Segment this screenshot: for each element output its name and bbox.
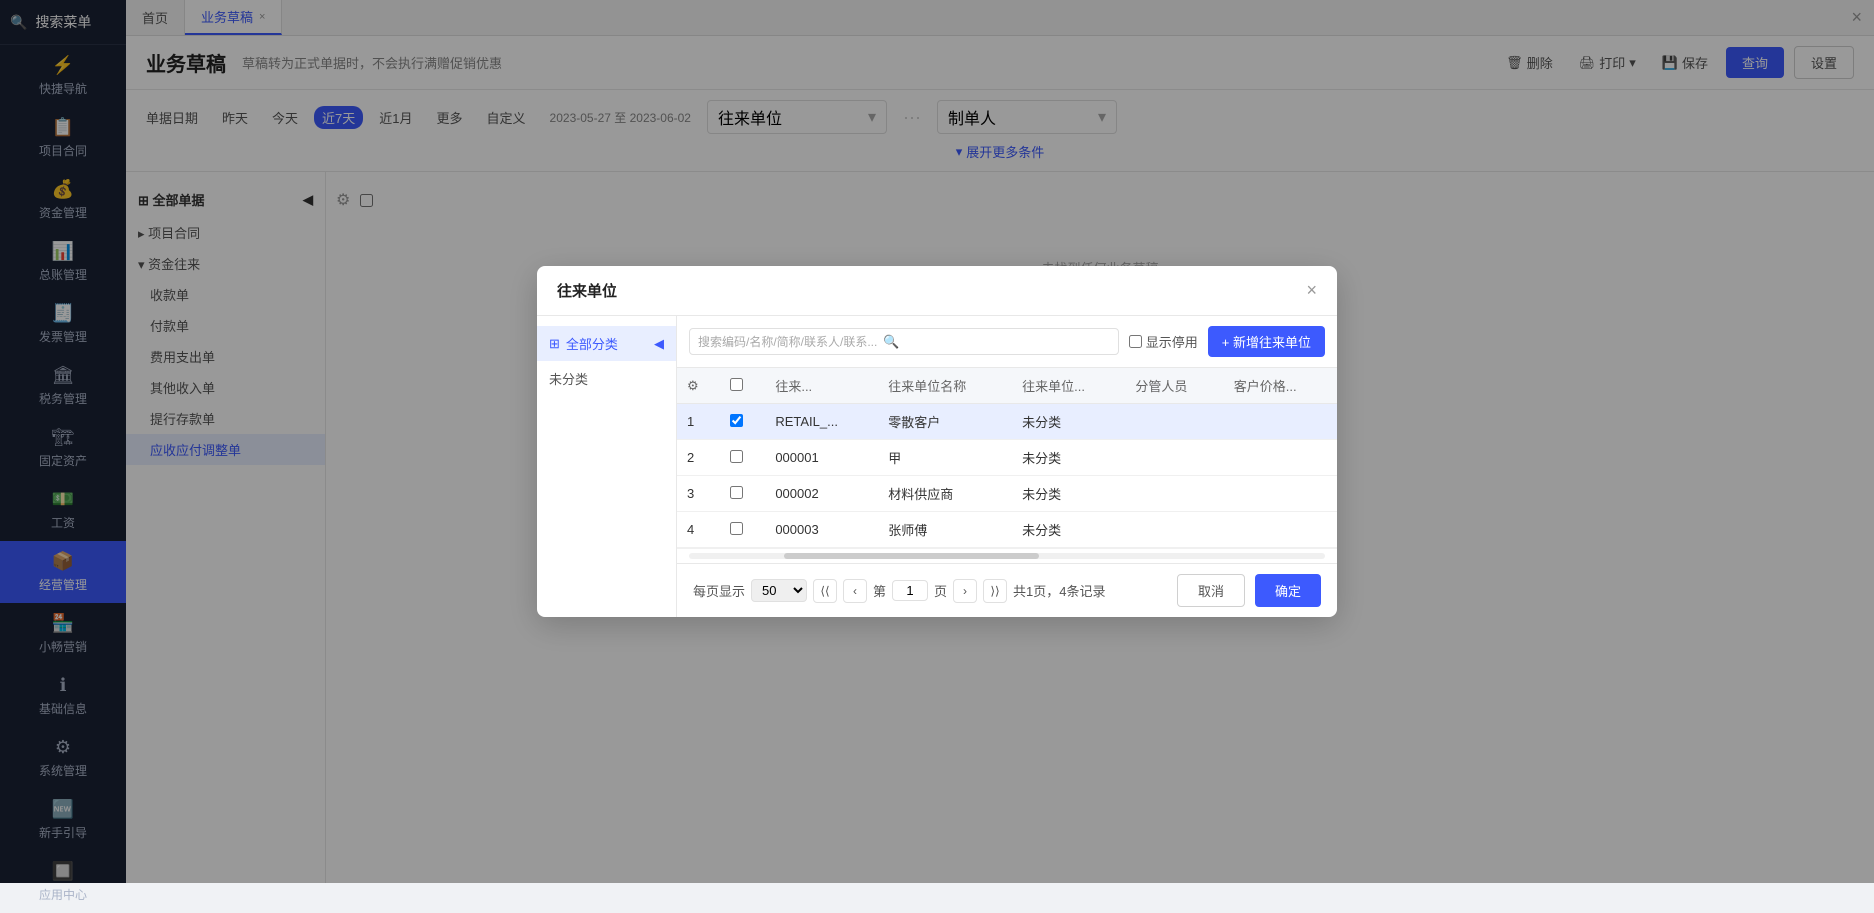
- row-price-2: [1224, 440, 1337, 476]
- row-checkbox-4[interactable]: [720, 512, 765, 548]
- grid-small-icon: ⊞: [549, 336, 560, 352]
- confirm-button[interactable]: 确定: [1255, 574, 1321, 607]
- show-disabled-checkbox[interactable]: [1129, 335, 1142, 348]
- add-counterpart-button[interactable]: + 新增往来单位: [1208, 326, 1325, 357]
- scroll-bar[interactable]: [677, 548, 1337, 563]
- row-index-4: 4: [677, 512, 720, 548]
- row-manager-2: [1125, 440, 1223, 476]
- page-size-label: 每页显示: [693, 581, 745, 600]
- modal-footer: 每页显示 50 10 20 100 ⟨⟨ ‹ 第 页 › ⟩⟩: [677, 563, 1337, 617]
- modal-header: 往来单位 ×: [537, 266, 1337, 316]
- modal-search-placeholder: 搜索编码/名称/简称/联系人/联系...: [698, 333, 877, 350]
- row-checkbox-1[interactable]: [720, 404, 765, 440]
- sidebar-label-app-center: 应用中心: [39, 886, 87, 903]
- modal-select-all[interactable]: [730, 378, 743, 391]
- row-code-4: 000003: [765, 512, 878, 548]
- modal-sidebar-uncategorized[interactable]: 未分类: [537, 361, 676, 396]
- col-settings[interactable]: ⚙: [677, 368, 720, 404]
- page-size-select[interactable]: 50 10 20 100: [751, 579, 807, 602]
- modal-search-icon: 🔍: [883, 334, 899, 350]
- modal-actions: 取消 确定: [1177, 574, 1321, 607]
- col-category: 往来单位...: [1012, 368, 1125, 404]
- page-word-pre: 第: [873, 581, 886, 600]
- table-row[interactable]: 1 RETAIL_... 零散客户 未分类: [677, 404, 1337, 440]
- cancel-button[interactable]: 取消: [1177, 574, 1245, 607]
- last-page-button[interactable]: ⟩⟩: [983, 579, 1007, 603]
- page-word: 页: [934, 581, 947, 600]
- row-index-3: 3: [677, 476, 720, 512]
- col-price: 客户价格...: [1224, 368, 1337, 404]
- col-manager: 分管人员: [1125, 368, 1223, 404]
- modal-body: ⊞ 全部分类 ◀ 未分类 搜索编码/名称/简称/联系人/联系... 🔍 显示停用: [537, 316, 1337, 617]
- row-code-2: 000001: [765, 440, 878, 476]
- counterpart-modal: 往来单位 × ⊞ 全部分类 ◀ 未分类 搜索编码/名称/简称/联系人/联系...: [537, 266, 1337, 617]
- row-checkbox-3[interactable]: [720, 476, 765, 512]
- col-name: 往来单位名称: [878, 368, 1012, 404]
- modal-close-button[interactable]: ×: [1306, 280, 1317, 301]
- row-index-1: 1: [677, 404, 720, 440]
- row-category-1: 未分类: [1012, 404, 1125, 440]
- modal-data-table: ⚙ 往来... 往来单位名称 往来单位... 分管人员 客户价格... 1 RE…: [677, 368, 1337, 548]
- modal-search-box[interactable]: 搜索编码/名称/简称/联系人/联系... 🔍: [689, 328, 1119, 355]
- modal-overlay[interactable]: 往来单位 × ⊞ 全部分类 ◀ 未分类 搜索编码/名称/简称/联系人/联系...: [0, 0, 1874, 883]
- row-category-3: 未分类: [1012, 476, 1125, 512]
- row-name-2: 甲: [878, 440, 1012, 476]
- row-name-1: 零散客户: [878, 404, 1012, 440]
- pagination: 每页显示 50 10 20 100 ⟨⟨ ‹ 第 页 › ⟩⟩: [693, 579, 1106, 603]
- row-category-4: 未分类: [1012, 512, 1125, 548]
- prev-page-button[interactable]: ‹: [843, 579, 867, 603]
- next-page-button[interactable]: ›: [953, 579, 977, 603]
- row-code-3: 000002: [765, 476, 878, 512]
- row-checkbox-2[interactable]: [720, 440, 765, 476]
- row-manager-4: [1125, 512, 1223, 548]
- modal-main: 搜索编码/名称/简称/联系人/联系... 🔍 显示停用 + 新增往来单位: [677, 316, 1337, 617]
- current-page-input[interactable]: [892, 580, 928, 601]
- modal-title: 往来单位: [557, 280, 617, 301]
- row-name-4: 张师傅: [878, 512, 1012, 548]
- modal-toolbar: 搜索编码/名称/简称/联系人/联系... 🔍 显示停用 + 新增往来单位: [677, 316, 1337, 368]
- row-price-3: [1224, 476, 1337, 512]
- row-name-3: 材料供应商: [878, 476, 1012, 512]
- first-page-button[interactable]: ⟨⟨: [813, 579, 837, 603]
- modal-sidebar-all[interactable]: ⊞ 全部分类 ◀: [537, 326, 676, 361]
- row-price-1: [1224, 404, 1337, 440]
- show-disabled-label[interactable]: 显示停用: [1129, 332, 1198, 351]
- col-checkbox[interactable]: [720, 368, 765, 404]
- total-info: 共1页，4条记录: [1013, 581, 1105, 600]
- modal-sidebar: ⊞ 全部分类 ◀ 未分类: [537, 316, 677, 617]
- modal-sidebar-collapse-icon[interactable]: ◀: [654, 336, 664, 352]
- table-row[interactable]: 3 000002 材料供应商 未分类: [677, 476, 1337, 512]
- col-code: 往来...: [765, 368, 878, 404]
- row-code-1: RETAIL_...: [765, 404, 878, 440]
- row-price-4: [1224, 512, 1337, 548]
- row-manager-1: [1125, 404, 1223, 440]
- row-index-2: 2: [677, 440, 720, 476]
- row-category-2: 未分类: [1012, 440, 1125, 476]
- table-row[interactable]: 4 000003 张师傅 未分类: [677, 512, 1337, 548]
- table-row[interactable]: 2 000001 甲 未分类: [677, 440, 1337, 476]
- row-manager-3: [1125, 476, 1223, 512]
